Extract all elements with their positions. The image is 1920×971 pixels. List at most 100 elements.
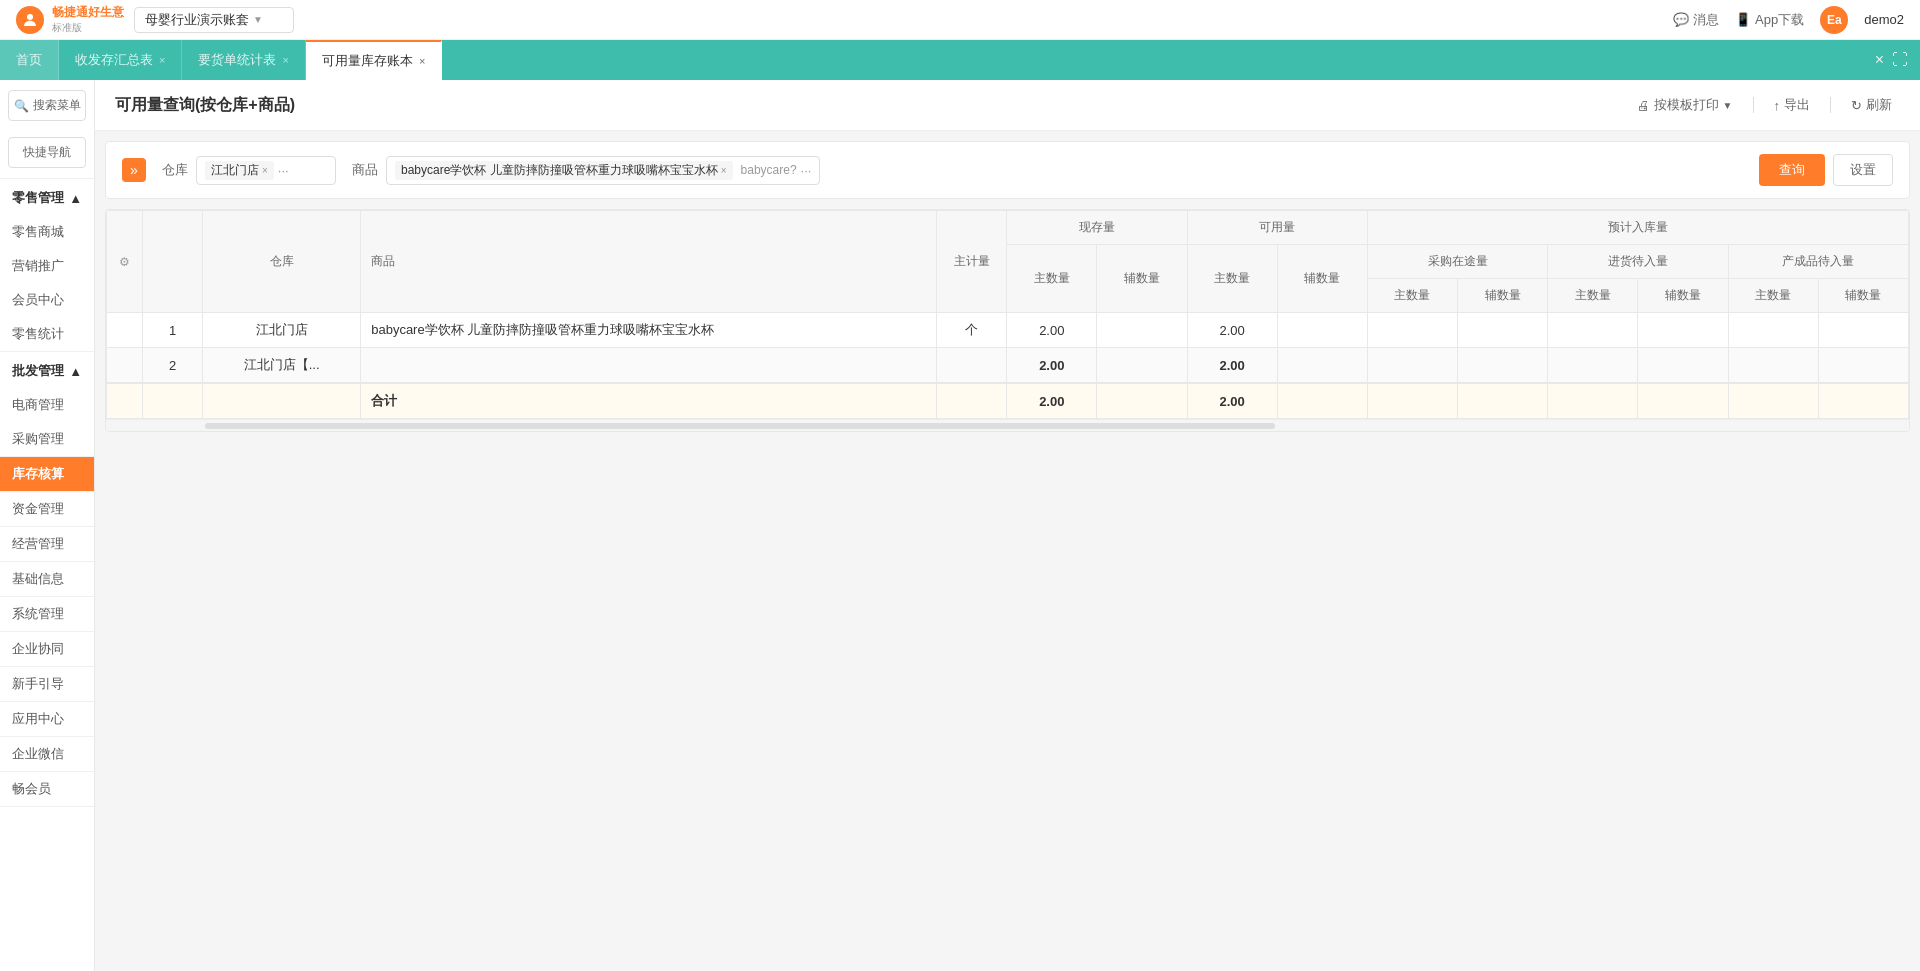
warehouse-label: 仓库 [162,161,188,179]
warehouse-more[interactable]: ··· [278,163,289,178]
product-more[interactable]: ··· [801,163,812,178]
sidebar-group-app-center: 应用中心 [0,702,94,737]
row2-stock-aux [1097,348,1187,384]
app-download-btn[interactable]: 📱 App下载 [1735,11,1804,29]
sidebar-item-retail-stats[interactable]: 零售统计 [0,317,94,351]
tab-order-stats[interactable]: 要货单统计表 × [182,40,305,80]
row1-avail-main: 2.00 [1187,313,1277,348]
close-all-btn[interactable]: × [1875,51,1884,69]
row2-stock-main: 2.00 [1007,348,1097,384]
product-tag1-close[interactable]: × [721,165,727,176]
sidebar-item-operations[interactable]: 经营管理 [0,527,94,561]
search-menu-btn[interactable]: 🔍 搜索菜单 [8,90,86,121]
row1-unit: 个 [937,313,1007,348]
warehouse-input[interactable]: 江北门店 × ··· [196,156,336,185]
product-tag2-text: babycare? [741,163,797,177]
settings-btn[interactable]: 设置 [1833,154,1893,186]
product-tag1: babycare学饮杯 儿童防摔防撞吸管杯重力球吸嘴杯宝宝水杯 × [395,161,733,180]
row2-avail-main: 2.00 [1187,348,1277,384]
tab-available-stock[interactable]: 可用量库存账本 × [306,40,442,80]
col-stock-aux-qty: 辅数量 [1097,245,1187,313]
tab-receive-send-close[interactable]: × [159,54,165,66]
sidebar-item-system[interactable]: 系统管理 [0,597,94,631]
sidebar-item-ecommerce[interactable]: 电商管理 [0,388,94,422]
footer-finished-aux [1818,383,1908,419]
col-available-header: 可用量 [1187,211,1367,245]
row1-stock-main: 2.00 [1007,313,1097,348]
col-purchase-in-transit-header: 采购在途量 [1367,245,1547,279]
store-selector[interactable]: 母婴行业演示账套 ▼ [134,7,294,33]
sidebar-group-basic-info: 基础信息 [0,562,94,597]
col-current-stock-header: 现存量 [1007,211,1187,245]
footer-unit [937,383,1007,419]
footer-row: 合计 2.00 2.00 [107,383,1909,419]
page-actions: 🖨 按模板打印 ▼ ↑ 导出 ↻ 刷新 [1629,92,1900,118]
sidebar-item-basic-info[interactable]: 基础信息 [0,562,94,596]
warehouse-tag-close[interactable]: × [262,165,268,176]
tab-order-stats-close[interactable]: × [282,54,288,66]
logo-text: 畅捷通好生意 标准版 [52,4,124,35]
scroll-bar[interactable] [205,423,1275,429]
product-input[interactable]: babycare学饮杯 儿童防摔防撞吸管杯重力球吸嘴杯宝宝水杯 × babyca… [386,156,820,185]
row1-index: 1 [143,313,203,348]
row2-warehouse: 江北门店【... [203,348,361,384]
footer-purchase-aux [1458,383,1548,419]
avatar[interactable]: Ea [1820,6,1848,34]
refresh-icon: ↻ [1851,98,1862,113]
message-btn[interactable]: 💬 消息 [1673,11,1719,29]
sidebar-group-inventory: 库存核算 [0,457,94,492]
sidebar-item-enterprise-wechat[interactable]: 企业微信 [0,737,94,771]
tab-home-label: 首页 [16,51,42,69]
nav-tabs: 首页 收发存汇总表 × 要货单统计表 × 可用量库存账本 × × ⛶ [0,40,1920,80]
sidebar-item-newbie[interactable]: 新手引导 [0,667,94,701]
sidebar-item-inventory[interactable]: 库存核算 [0,457,94,491]
footer-avail-aux [1277,383,1367,419]
logo-area: 畅捷通好生意 标准版 [16,4,124,35]
layout: 🔍 搜索菜单 快捷导航 零售管理 ▲ 零售商城 营销推广 会员中心 零售统计 [0,80,1920,971]
sidebar-item-purchase[interactable]: 采购管理 [0,422,94,456]
expand-btn[interactable]: ⛶ [1892,51,1908,69]
settings-icon[interactable]: ⚙ [119,255,130,269]
col-main-unit-header: 主计量 [937,211,1007,313]
sidebar-group-vip: 畅会员 [0,772,94,807]
username: demo2 [1864,12,1904,27]
row1-product: babycare学饮杯 儿童防摔防撞吸管杯重力球吸嘴杯宝宝水杯 [361,313,937,348]
tab-home[interactable]: 首页 [0,40,59,80]
row1-warehouse: 江北门店 [203,313,361,348]
sidebar-item-app-center[interactable]: 应用中心 [0,702,94,736]
top-bar: 畅捷通好生意 标准版 母婴行业演示账套 ▼ 💬 消息 📱 App下载 Ea de… [0,0,1920,40]
sidebar-item-marketing[interactable]: 营销推广 [0,249,94,283]
sidebar-item-retail-mall[interactable]: 零售商城 [0,215,94,249]
filter-expand-btn[interactable]: » [122,158,146,182]
quick-nav-btn[interactable]: 快捷导航 [8,137,86,168]
print-btn[interactable]: 🖨 按模板打印 ▼ [1629,92,1741,118]
filter-actions: 查询 设置 [1759,154,1893,186]
row1-goods-main [1548,313,1638,348]
sidebar-item-enterprise[interactable]: 企业协同 [0,632,94,666]
footer-label: 合计 [361,383,937,419]
sidebar-item-vip[interactable]: 畅会员 [0,772,94,806]
chevron-icon: ▲ [69,364,82,379]
sidebar-item-finance[interactable]: 资金管理 [0,492,94,526]
message-icon: 💬 [1673,12,1689,27]
download-icon: 📱 [1735,12,1751,27]
query-btn[interactable]: 查询 [1759,154,1825,186]
sidebar-group-operations: 经营管理 [0,527,94,562]
sidebar-group-enterprise-wechat: 企业微信 [0,737,94,772]
sidebar-item-member[interactable]: 会员中心 [0,283,94,317]
row2-unit [937,348,1007,384]
col-warehouse-header: 仓库 [203,211,361,313]
refresh-btn[interactable]: ↻ 刷新 [1843,92,1900,118]
table-area: ⚙ 仓库 商品 主计量 现存量 可用量 预计入库量 主数量 辅数量 主数量 [105,209,1910,432]
tab-available-stock-close[interactable]: × [419,55,425,67]
logo-icon [16,6,44,34]
store-selector-text: 母婴行业演示账套 [145,11,249,29]
page-title: 可用量查询(按仓库+商品) [115,95,295,116]
chevron-down-icon: ▼ [253,14,263,25]
tab-receive-send[interactable]: 收发存汇总表 × [59,40,182,80]
export-btn[interactable]: ↑ 导出 [1766,92,1819,118]
sidebar-group-wholesale-header[interactable]: 批发管理 ▲ [0,352,94,388]
print-dropdown-icon: ▼ [1723,100,1733,111]
sidebar-group-retail-header[interactable]: 零售管理 ▲ [0,179,94,215]
col-settings[interactable]: ⚙ [107,211,143,313]
